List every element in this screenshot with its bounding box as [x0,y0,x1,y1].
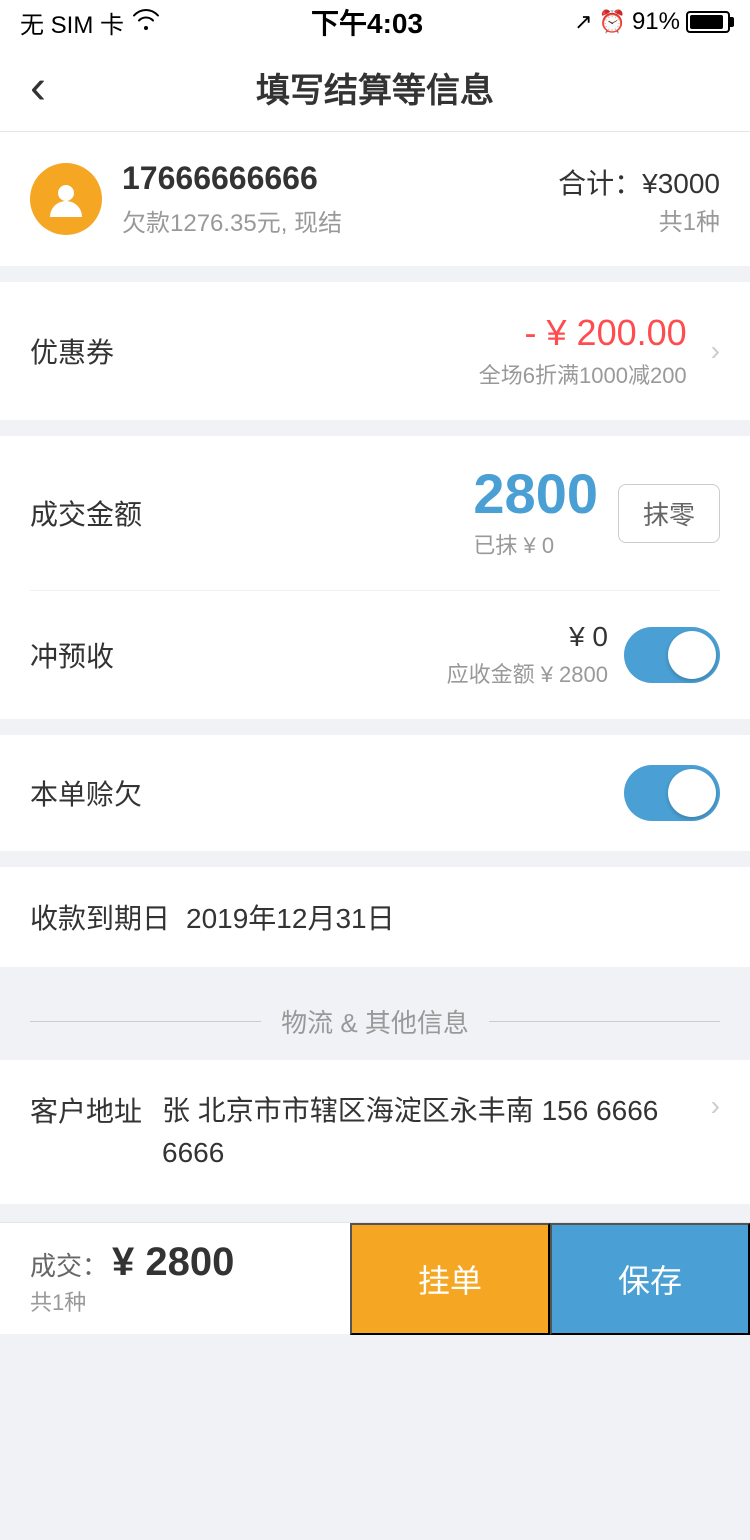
coupon-chevron: › [711,335,720,367]
bottom-left: 成交： ¥ 2800 共1种 [0,1240,350,1317]
chong-yushou-row: 冲预收 ¥ 0 应收金额 ¥ 2800 [0,591,750,719]
status-left: 无 SIM 卡 [20,5,160,40]
deal-sub: 已抹 ¥ 0 [473,528,598,560]
round-zero-button[interactable]: 抹零 [618,484,720,543]
chong-due: 应收金额 ¥ 2800 [447,657,608,689]
bandan-section: 本单赊欠 [0,735,750,851]
customer-info: 17666666666 欠款1276.35元, 现结 [122,160,342,238]
battery-fill [690,15,723,29]
status-bar: 无 SIM 卡 下午4:03 ↗ ⏰ 91% [0,0,750,44]
deal-amount-label: 成交金额 [30,493,142,533]
bottom-bar: 成交： ¥ 2800 共1种 挂单 保存 [0,1222,750,1334]
no-sim-text: 无 SIM 卡 [20,5,124,40]
address-label: 客户地址 [30,1090,142,1130]
wifi-icon [132,8,160,37]
nav-bar: ‹ 填写结算等信息 [0,44,750,132]
coupon-label: 优惠券 [30,331,114,371]
chong-amount: ¥ 0 [447,621,608,653]
customer-phone: 17666666666 [122,160,342,197]
location-icon: ↗ [574,9,592,35]
bandan-label: 本单赊欠 [30,773,142,813]
total-amount: 合计：¥3000 [558,162,720,202]
address-row[interactable]: 客户地址 张 北京市市辖区海淀区永丰南 156 6666 6666 › [0,1060,750,1204]
coupon-row[interactable]: 优惠券 - ¥ 200.00 全场6折满1000减200 › [0,282,750,420]
due-date-section: 收款到期日 2019年12月31日 [0,867,750,967]
battery-icon [686,11,730,33]
deal-row: 成交金额 2800 已抹 ¥ 0 抹零 [0,436,750,590]
date-label: 收款到期日 [30,897,170,937]
deal-section: 成交金额 2800 已抹 ¥ 0 抹零 冲预收 ¥ 0 应收金额 ¥ 2800 [0,436,750,719]
address-value: 张 北京市市辖区海淀区永丰南 156 6666 6666 [162,1090,703,1174]
date-row: 收款到期日 2019年12月31日 [0,867,750,967]
deal-right: 2800 已抹 ¥ 0 抹零 [473,466,720,560]
chong-label: 冲预收 [30,635,114,675]
alarm-icon: ⏰ [599,9,626,35]
coupon-right: - ¥ 200.00 全场6折满1000减200 › [479,312,720,390]
chong-yushou-toggle[interactable] [624,627,720,683]
page-title: 填写结算等信息 [256,63,494,112]
customer-left: 17666666666 欠款1276.35元, 现结 [30,160,342,238]
address-section: 客户地址 张 北京市市辖区海淀区永丰南 156 6666 6666 › [0,1060,750,1204]
customer-debt: 欠款1276.35元, 现结 [122,203,342,238]
customer-right: 合计：¥3000 共1种 [558,162,720,237]
logistics-divider: 物流 & 其他信息 [0,983,750,1060]
battery-percent: 91% [632,8,680,36]
bottom-deal-amount: ¥ 2800 [112,1240,234,1285]
bandan-row: 本单赊欠 [0,735,750,851]
hang-button[interactable]: 挂单 [350,1223,550,1335]
coupon-amount: - ¥ 200.00 [479,312,687,354]
divider-text: 物流 & 其他信息 [281,1003,469,1040]
bottom-deal-count: 共1种 [30,1285,320,1317]
date-value: 2019年12月31日 [186,897,395,937]
bandan-toggle[interactable] [624,765,720,821]
status-time: 下午4:03 [311,2,423,42]
back-button[interactable]: ‹ [30,60,90,115]
deal-amount-value: 2800 [473,466,598,522]
total-count: 共1种 [558,202,720,237]
coupon-desc: 全场6折满1000减200 [479,358,687,390]
save-button[interactable]: 保存 [550,1223,750,1335]
address-chevron: › [711,1090,720,1122]
coupon-section: 优惠券 - ¥ 200.00 全场6折满1000减200 › [0,282,750,420]
bottom-deal-label: 成交： [30,1246,108,1283]
avatar [30,163,102,235]
divider-line-left [30,1021,261,1022]
status-right: ↗ ⏰ 91% [574,8,730,36]
customer-card: 17666666666 欠款1276.35元, 现结 合计：¥3000 共1种 [0,132,750,266]
divider-line-right [489,1021,720,1022]
chong-right: ¥ 0 应收金额 ¥ 2800 [447,621,720,689]
